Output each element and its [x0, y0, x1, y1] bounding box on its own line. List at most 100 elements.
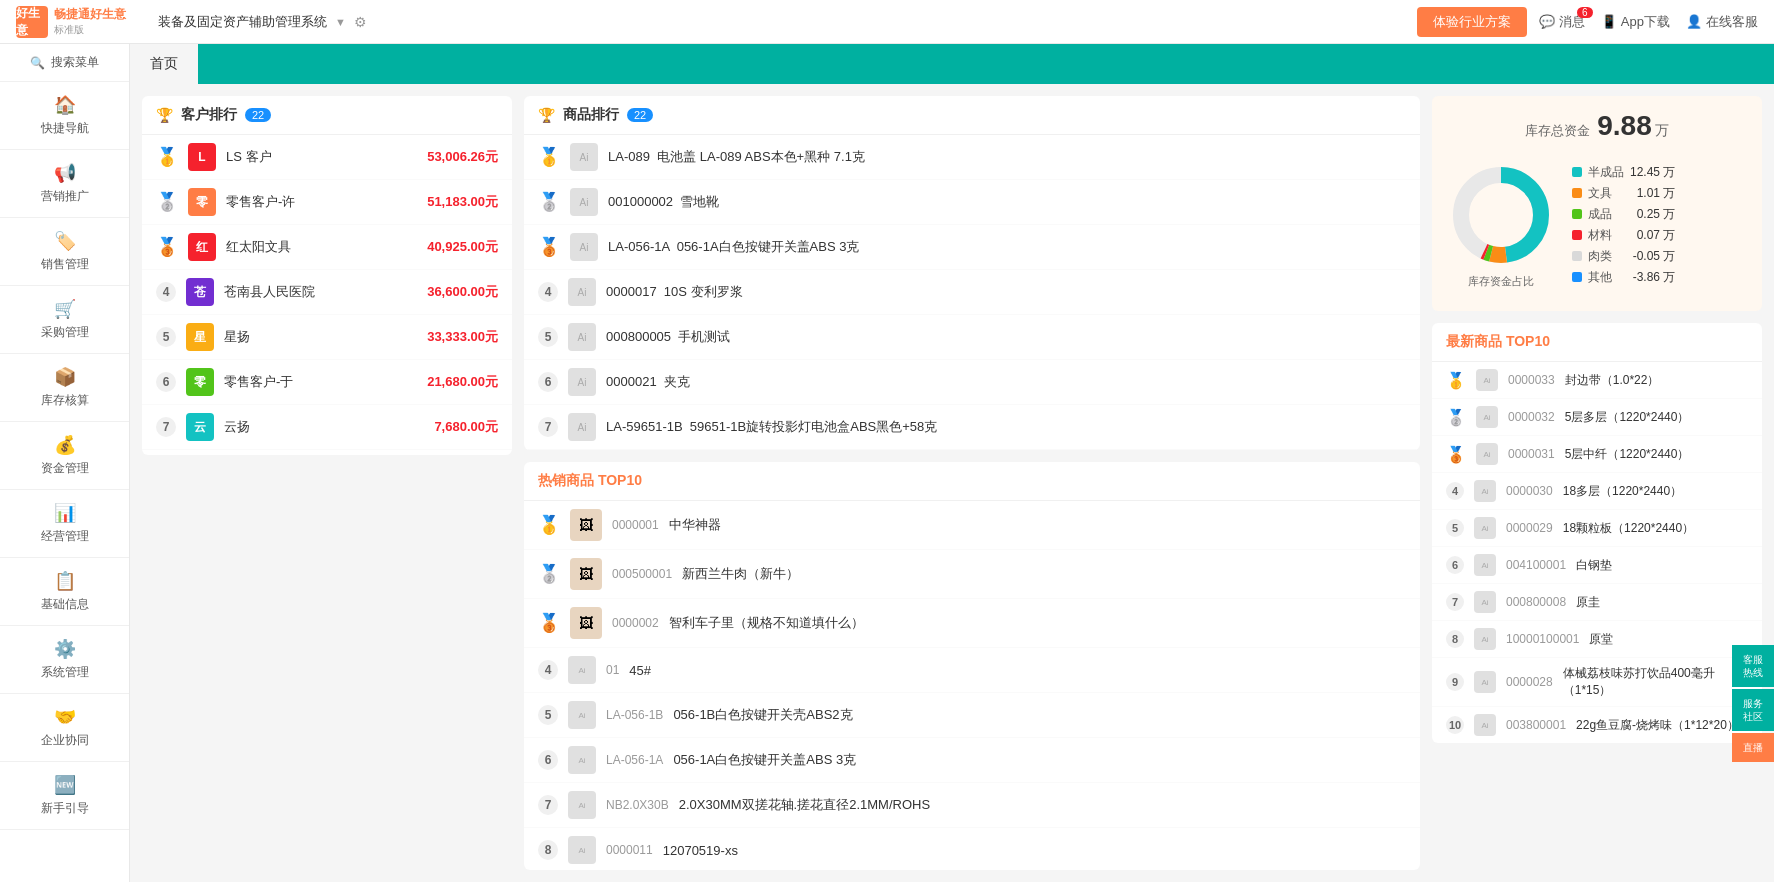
goods-image: Ai: [568, 278, 596, 306]
new-product-item[interactable]: 🥇 Ai 0000033 封边带（1.0*22）: [1432, 362, 1762, 399]
hot-product-item[interactable]: 8 Ai 0000011 12070519-xs: [524, 828, 1420, 870]
new-product-item[interactable]: 🥈 Ai 0000032 5层多层（1220*2440）: [1432, 399, 1762, 436]
rank-number: 4: [538, 660, 558, 680]
new-product-image: Ai: [1474, 714, 1496, 736]
system-dropdown-icon[interactable]: ▼: [335, 16, 346, 28]
product-code: LA-056-1B: [606, 708, 663, 722]
bronze-medal-icon: 🥉: [1446, 445, 1466, 464]
product-name: 45#: [629, 663, 1406, 678]
customer-service-button[interactable]: 客服 热线: [1732, 645, 1774, 687]
customer-rank-item[interactable]: 7 云 云扬 7,680.00元: [142, 405, 512, 450]
customer-name: 云扬: [224, 418, 424, 436]
sidebar-item-operation[interactable]: 📊 经营管理: [0, 490, 129, 558]
new-product-image: Ai: [1474, 671, 1496, 693]
topbar-system: 装备及固定资产辅助管理系统 ▼ ⚙: [158, 13, 1405, 31]
rank-number: 5: [1446, 519, 1464, 537]
new-product-item[interactable]: 4 Ai 0000030 18多层（1220*2440）: [1432, 473, 1762, 510]
hot-product-item[interactable]: 6 Ai LA-056-1A 056-1A白色按键开关盖ABS 3克: [524, 738, 1420, 783]
new-product-code: 0000030: [1506, 484, 1553, 498]
sidebar-item-basic[interactable]: 📋 基础信息: [0, 558, 129, 626]
sidebar-item-quick-nav[interactable]: 🏠 快捷导航: [0, 82, 129, 150]
sidebar-item-purchase[interactable]: 🛒 采购管理: [0, 286, 129, 354]
goods-rank-item[interactable]: 5 Ai 000800005 手机测试: [524, 315, 1420, 360]
customer-rank-item[interactable]: 5 星 星扬 33,333.00元: [142, 315, 512, 360]
new-product-item[interactable]: 7 Ai 000800008 原圭: [1432, 584, 1762, 621]
page-content: 🏆 客户排行 22 🥇 L LS 客户 53,006.26元 🥈 零 零售客户-…: [130, 84, 1774, 882]
product-code: 0000011: [606, 843, 653, 857]
product-name: 新西兰牛肉（新牛）: [682, 565, 1406, 583]
legend-value: -0.05 万: [1633, 248, 1676, 265]
customer-rank-item[interactable]: 4 苍 苍南县人民医院 36,600.00元: [142, 270, 512, 315]
app-download-button[interactable]: 📱 App下载: [1601, 13, 1670, 31]
sidebar-item-inventory[interactable]: 📦 库存核算: [0, 354, 129, 422]
new-product-item[interactable]: 8 Ai 10000100001 原堂: [1432, 621, 1762, 658]
trophy-icon: 🏆: [156, 107, 173, 123]
new-product-code: 0000031: [1508, 447, 1555, 461]
rank-number: 4: [156, 282, 176, 302]
hot-product-item[interactable]: 🥇 🖼 0000001 中华神器: [524, 501, 1420, 550]
goods-rank-item[interactable]: 7 Ai LA-59651-1B 59651-1B旋转投影灯电池盒ABS黑色+5…: [524, 405, 1420, 450]
new-product-item[interactable]: 10 Ai 003800001 22g鱼豆腐-烧烤味（1*12*20）: [1432, 707, 1762, 743]
new-product-item[interactable]: 9 Ai 0000028 体械荔枝味苏打饮品400毫升（1*15）: [1432, 658, 1762, 707]
hot-product-item[interactable]: 🥉 🖼 0000002 智利车子里（规格不知道填什么）: [524, 599, 1420, 648]
service-community-button[interactable]: 服务 社区: [1732, 689, 1774, 731]
hot-product-item[interactable]: 5 Ai LA-056-1B 056-1B白色按键开关壳ABS2克: [524, 693, 1420, 738]
sidebar-item-finance[interactable]: 💰 资金管理: [0, 422, 129, 490]
goods-rank-item[interactable]: 6 Ai 0000021 夹克: [524, 360, 1420, 405]
customer-rank-item[interactable]: 8 肖 肖总 7,563.00元: [142, 450, 512, 455]
new-product-image: Ai: [1474, 517, 1496, 539]
legend-value: 12.45 万: [1630, 164, 1675, 181]
system-gear-icon[interactable]: ⚙: [354, 14, 367, 30]
sidebar-item-system[interactable]: ⚙️ 系统管理: [0, 626, 129, 694]
product-image: 🖼: [570, 509, 602, 541]
legend-value: 1.01 万: [1637, 185, 1676, 202]
goods-name: 0000017 10S 变利罗浆: [606, 283, 1406, 301]
legend-value: 0.25 万: [1637, 206, 1676, 223]
goods-rank-item[interactable]: 🥉 Ai LA-056-1A 056-1A白色按键开关盖ABS 3克: [524, 225, 1420, 270]
goods-rank-item[interactable]: 🥈 Ai 001000002 雪地靴: [524, 180, 1420, 225]
inventory-label: 库存总资金: [1525, 123, 1590, 138]
live-button[interactable]: 直播: [1732, 733, 1774, 762]
message-button[interactable]: 💬 消息 6: [1539, 13, 1585, 31]
goods-rank-item[interactable]: 4 Ai 0000017 10S 变利罗浆: [524, 270, 1420, 315]
new-product-item[interactable]: 5 Ai 0000029 18颗粒板（1220*2440）: [1432, 510, 1762, 547]
new-product-code: 0000028: [1506, 675, 1553, 689]
new-product-item[interactable]: 6 Ai 004100001 白钢垫: [1432, 547, 1762, 584]
home-icon: 🏠: [54, 94, 76, 116]
customer-rank-item[interactable]: 🥉 红 红太阳文具 40,925.00元: [142, 225, 512, 270]
online-service-button[interactable]: 👤 在线客服: [1686, 13, 1758, 31]
new-product-name: 原堂: [1589, 631, 1613, 648]
hot-product-item[interactable]: 4 Ai 01 45#: [524, 648, 1420, 693]
system-icon: ⚙️: [54, 638, 76, 660]
sidebar-item-enterprise[interactable]: 🤝 企业协同: [0, 694, 129, 762]
goods-rank-title: 商品排行: [563, 106, 619, 124]
customer-rank-item[interactable]: 🥇 L LS 客户 53,006.26元: [142, 135, 512, 180]
new-product-name: 18多层（1220*2440）: [1563, 483, 1682, 500]
customer-value: 33,333.00元: [427, 328, 498, 346]
sales-icon: 🏷️: [54, 230, 76, 252]
customer-rank-list: 🥇 L LS 客户 53,006.26元 🥈 零 零售客户-许 51,183.0…: [142, 135, 512, 455]
customer-rank-item[interactable]: 6 零 零售客户-于 21,680.00元: [142, 360, 512, 405]
goods-image: Ai: [570, 143, 598, 171]
try-button[interactable]: 体验行业方案: [1417, 7, 1527, 37]
hot-product-item[interactable]: 7 Ai NB2.0X30B 2.0X30MM双搓花轴.搓花直径2.1MM/RO…: [524, 783, 1420, 828]
sidebar-item-guide[interactable]: 🆕 新手引导: [0, 762, 129, 830]
new-product-image: Ai: [1476, 443, 1498, 465]
product-name: 12070519-xs: [663, 843, 1406, 858]
tab-home[interactable]: 首页: [130, 44, 198, 84]
inventory-card: 库存总资金 9.88 万: [1432, 96, 1762, 311]
customer-name: 苍南县人民医院: [224, 283, 417, 301]
sidebar-item-sales[interactable]: 🏷️ 销售管理: [0, 218, 129, 286]
legend-name: 成品: [1588, 206, 1631, 223]
rank-number: 7: [538, 417, 558, 437]
sidebar-item-marketing[interactable]: 📢 营销推广: [0, 150, 129, 218]
legend-name: 文具: [1588, 185, 1631, 202]
goods-rank-item[interactable]: 🥇 Ai LA-089 电池盖 LA-089 ABS本色+黑种 7.1克: [524, 135, 1420, 180]
sidebar-search[interactable]: 🔍 搜索菜单: [0, 44, 129, 82]
donut-chart: [1446, 160, 1556, 270]
legend-dot: [1572, 251, 1582, 261]
sidebar-label-enterprise: 企业协同: [41, 732, 89, 749]
new-product-item[interactable]: 🥉 Ai 0000031 5层中纤（1220*2440）: [1432, 436, 1762, 473]
customer-rank-item[interactable]: 🥈 零 零售客户-许 51,183.00元: [142, 180, 512, 225]
hot-product-item[interactable]: 🥈 🖼 000500001 新西兰牛肉（新牛）: [524, 550, 1420, 599]
